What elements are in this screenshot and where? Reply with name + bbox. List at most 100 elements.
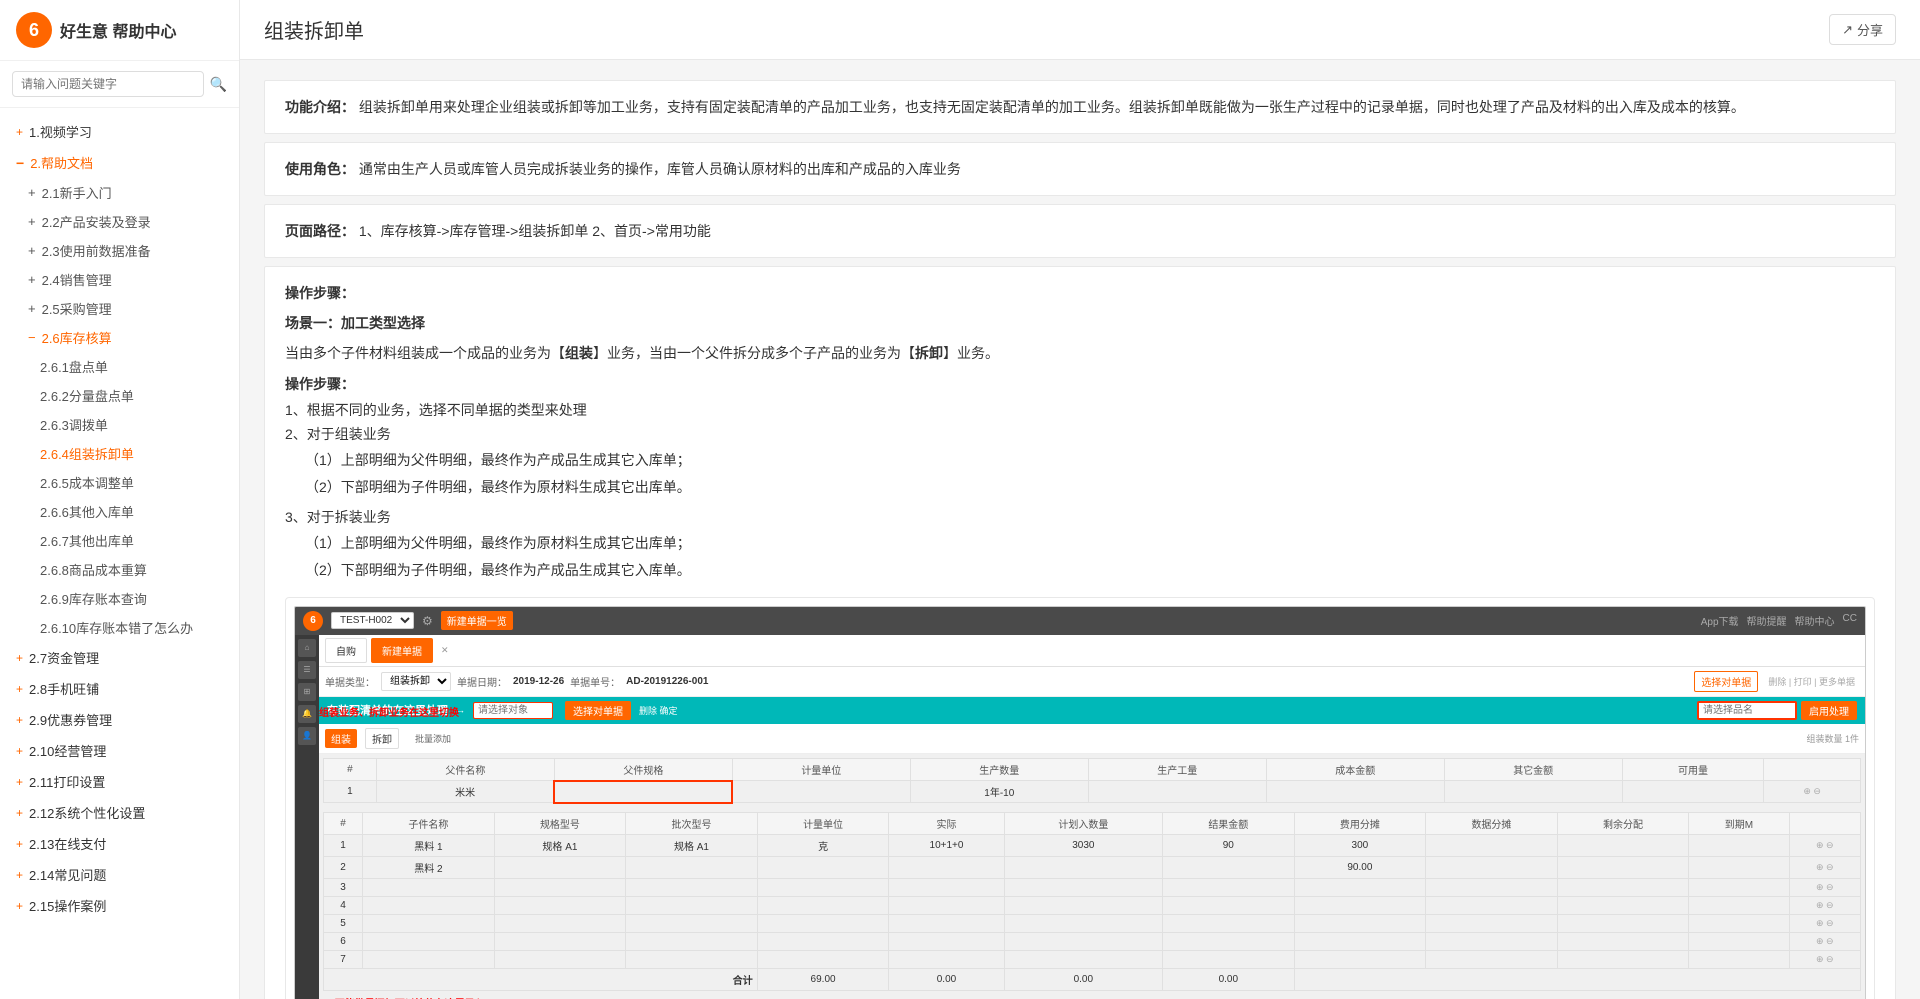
col-result: 结果金额 <box>1163 812 1295 834</box>
cell-actual <box>889 856 1004 878</box>
anno-type-switch: 组装业务、拆卸业务在这里切换 <box>319 704 459 719</box>
intro-text: 组装拆卸单用来处理企业组装或拆卸等加工业务，支持有固定装配清单的产品加工业务，也… <box>359 99 1745 115</box>
cell-avail <box>1622 781 1764 803</box>
col-prod-qty: 生产数量 <box>910 758 1088 781</box>
intro-block: 功能介绍： 组装拆卸单用来处理企业组装或拆卸等加工业务，支持有固定装配清单的产品… <box>264 80 1896 134</box>
teal-search-input[interactable] <box>473 702 553 719</box>
sidebar-item-faq[interactable]: + 2.14常见问题 <box>0 859 239 890</box>
tab-close-icon[interactable]: ✕ <box>441 645 449 656</box>
sidebar-item-costrecalc[interactable]: 2.6.8商品成本重算 <box>0 555 239 584</box>
sidebar-item-inventory[interactable]: − 2.6库存核算 <box>0 323 239 352</box>
table-row: 6⊕ ⊖ <box>324 932 1861 950</box>
app-left-sidebar: ⌂ ☰ ⊞ 🔔 👤 <box>295 635 319 999</box>
sidebar-item-label: 2.帮助文档 <box>30 153 93 172</box>
cc-link[interactable]: CC <box>1843 613 1857 628</box>
new-order-btn[interactable]: 新建单据一览 <box>441 611 513 630</box>
sidebar-item-label: 2.11打印设置 <box>29 772 105 791</box>
sidebar-item-sales[interactable]: + 2.4销售管理 <box>0 265 239 294</box>
expand-icon: + <box>28 243 36 258</box>
search-input[interactable] <box>12 71 204 97</box>
expand-icon: + <box>16 125 23 139</box>
grid-icon[interactable]: ⊞ <box>298 683 316 701</box>
col-actual: 实际 <box>889 812 1004 834</box>
col-unit: 计量单位 <box>757 812 889 834</box>
collapse-icon: − <box>16 155 24 171</box>
sidebar-item-video[interactable]: + 1.视频学习 <box>0 116 239 147</box>
col-prod-work: 生产工量 <box>1088 758 1266 781</box>
sidebar-item-onlinepay[interactable]: + 2.13在线支付 <box>0 828 239 859</box>
type-label: 单据类型： <box>325 674 375 689</box>
sidebar-item-operation[interactable]: + 2.10经营管理 <box>0 735 239 766</box>
footer-row: 合计 69.00 0.00 0.00 0.00 <box>324 968 1861 990</box>
sidebar-item-inbound[interactable]: 2.6.6其他入库单 <box>0 497 239 526</box>
expand-icon: + <box>28 185 36 200</box>
sidebar-item-label: 2.5采购管理 <box>42 299 112 318</box>
role-text: 通常由生产人员或库管人员完成拆装业务的操作，库管人员确认原材料的出库和产成品的入… <box>359 161 961 177</box>
sub-item: （1）上部明细为父件明细，最终作为产成品生成其它入库单； <box>305 448 1875 473</box>
cell-name: 黑料 2 <box>363 856 495 878</box>
col-data-alloc: 数据分摊 <box>1426 812 1558 834</box>
app-download-link[interactable]: App下载 <box>1701 613 1739 628</box>
sidebar-item-print[interactable]: + 2.11打印设置 <box>0 766 239 797</box>
sidebar-item-ledgererr[interactable]: 2.6.10库存账本错了怎么办 <box>0 613 239 642</box>
teal-confirm-btn[interactable]: 选择对单据 <box>565 701 631 720</box>
app-topbar: 6 TEST-H002 ⚙ 新建单据一览 App下载 帮助提醒 帮助中心 CC <box>295 607 1865 635</box>
sidebar-item-label: 2.13在线支付 <box>29 834 106 853</box>
assembly-btn[interactable]: 组装 <box>325 729 357 748</box>
header-row: # 父件名称 父件规格 计量单位 生产数量 生产工量 成本金额 <box>324 758 1861 781</box>
sidebar-item-mobile[interactable]: + 2.8手机旺铺 <box>0 673 239 704</box>
sidebar-item-stocktake[interactable]: 2.6.1盘点单 <box>0 352 239 381</box>
user-icon[interactable]: 👤 <box>298 727 316 745</box>
sidebar-item-install[interactable]: + 2.2产品安装及登录 <box>0 207 239 236</box>
sidebar-item-docs[interactable]: − 2.帮助文档 <box>0 147 239 178</box>
help-reminder-link[interactable]: 帮助提醒 <box>1747 613 1787 628</box>
sidebar-item-partial[interactable]: 2.6.2分量盘点单 <box>0 381 239 410</box>
intro-label: 功能介绍： <box>285 99 355 115</box>
cell-alloc: 300 <box>1294 834 1426 856</box>
role-block: 使用角色： 通常由生产人员或库管人员完成拆装业务的操作，库管人员确认原材料的出库… <box>264 142 1896 196</box>
role-label: 使用角色： <box>285 161 355 177</box>
sidebar-item-coupon[interactable]: + 2.9优惠券管理 <box>0 704 239 735</box>
home-icon[interactable]: ⌂ <box>298 639 316 657</box>
sidebar-item-outbound[interactable]: 2.6.7其他出库单 <box>0 526 239 555</box>
sub-list-2: （1）上部明细为父件明细，最终作为原材料生成其它出库单； （2）下部明细为子件明… <box>305 531 1875 583</box>
sidebar-item-system[interactable]: + 2.12系统个性化设置 <box>0 797 239 828</box>
bell-icon[interactable]: 🔔 <box>298 705 316 723</box>
table-row: 1 米米 1年-10 <box>324 781 1861 803</box>
sidebar-item-adjust[interactable]: 2.6.3调拨单 <box>0 410 239 439</box>
date-value: 2019-12-26 <box>513 676 564 687</box>
sidebar-item-prepare[interactable]: + 2.3使用前数据准备 <box>0 236 239 265</box>
app-form-bar: 单据类型： 组装拆卸 单据日期： 2019-12-26 单据单号： AD-201… <box>319 667 1865 697</box>
type-select[interactable]: 组装拆卸 <box>381 672 451 691</box>
help-center-link[interactable]: 帮助中心 <box>1795 613 1835 628</box>
teal-object-input[interactable] <box>1697 701 1797 720</box>
sidebar-item-label: 2.3使用前数据准备 <box>42 241 151 260</box>
company-select[interactable]: TEST-H002 <box>331 612 414 629</box>
cell-remain <box>1557 856 1689 878</box>
share-label: 分享 <box>1857 20 1883 39</box>
expand-icon: + <box>16 775 23 789</box>
sidebar-item-ledger[interactable]: 2.6.9库存账本查询 <box>0 584 239 613</box>
sidebar-item-newbie[interactable]: + 2.1新手入门 <box>0 178 239 207</box>
tab-zigou[interactable]: 自购 <box>325 638 367 663</box>
sidebar-item-cases[interactable]: + 2.15操作案例 <box>0 890 239 921</box>
sidebar-item-label: 2.4销售管理 <box>42 270 112 289</box>
menu-icon[interactable]: ☰ <box>298 661 316 679</box>
cell-name: 米米 <box>376 781 554 803</box>
enable-process-btn[interactable]: 启用处理 <box>1801 701 1857 720</box>
cell-cost <box>1266 781 1444 803</box>
table-row: 1 黑料 1 规格 A1 规格 A1 克 10+1+0 3030 <box>324 834 1861 856</box>
sidebar-item-costadjust[interactable]: 2.6.5成本调整单 <box>0 468 239 497</box>
sidebar-item-purchase[interactable]: + 2.5采购管理 <box>0 294 239 323</box>
tab-new-order[interactable]: 新建单据 <box>371 638 433 663</box>
disassembly-btn[interactable]: 拆卸 <box>365 728 399 749</box>
search-icon[interactable]: 🔍 <box>210 76 227 93</box>
sub-item: （1）上部明细为父件明细，最终作为原材料生成其它出库单； <box>305 531 1875 556</box>
sidebar-item-assembly[interactable]: 2.6.4组装拆卸单 <box>0 439 239 468</box>
sidebar-item-capital[interactable]: + 2.7资金管理 <box>0 642 239 673</box>
col-alloc: 费用分摊 <box>1294 812 1426 834</box>
expand-icon: + <box>16 713 23 727</box>
confirm-btn[interactable]: 选择对单据 <box>1694 671 1758 692</box>
col-plan-qty: 计划入数量 <box>1004 812 1162 834</box>
share-button[interactable]: ↗ 分享 <box>1829 14 1896 45</box>
